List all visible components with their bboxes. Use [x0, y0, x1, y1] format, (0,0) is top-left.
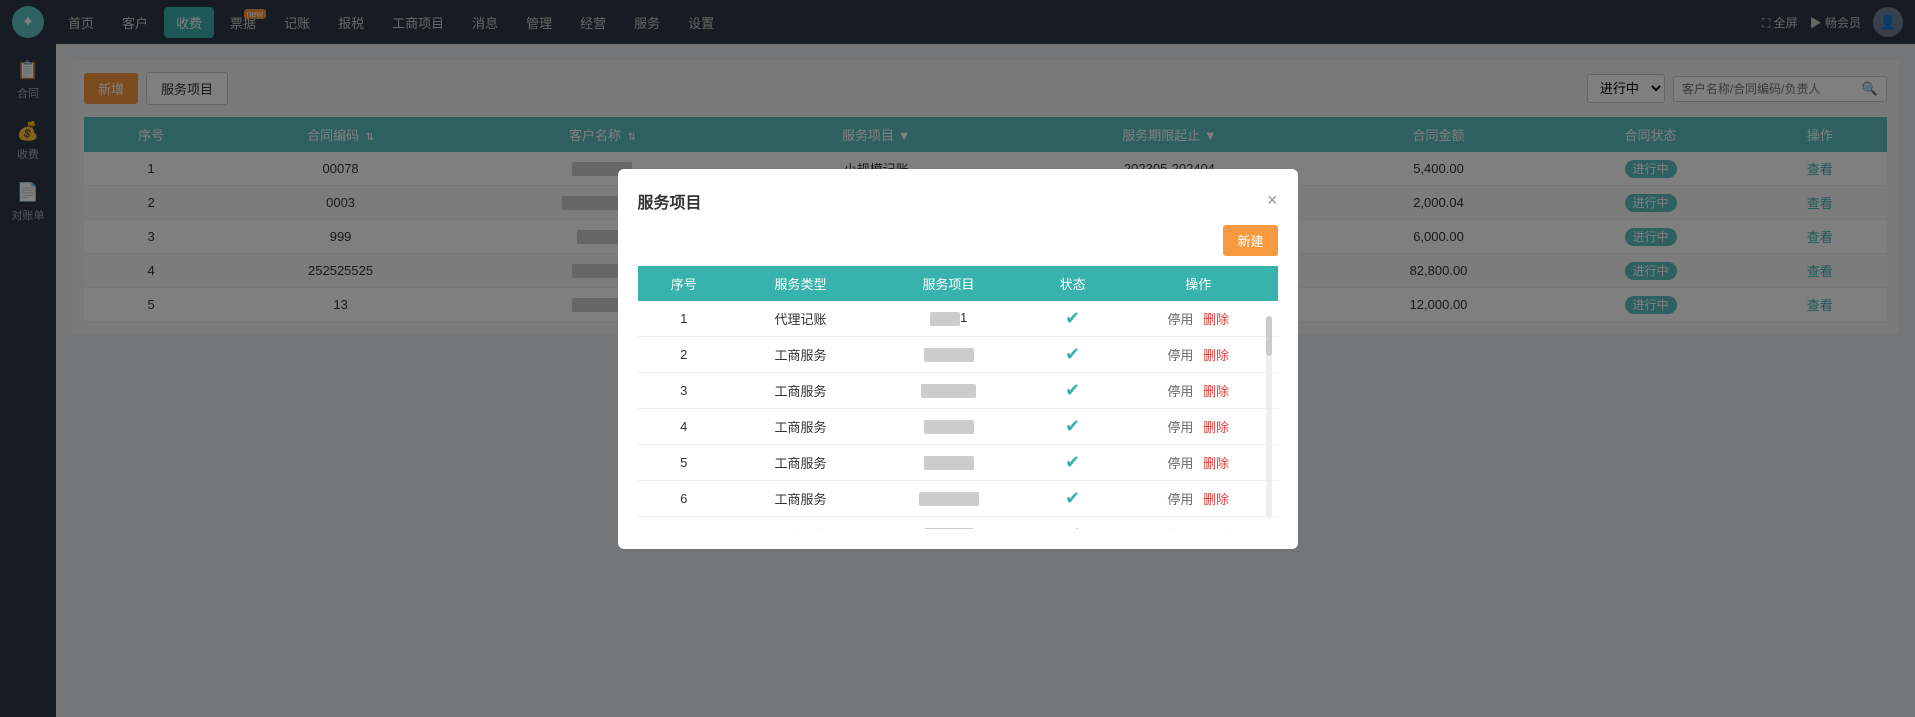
modal-cell-seq: 4	[638, 408, 731, 444]
modal-col-action: 操作	[1119, 266, 1278, 301]
status-check-icon: ✔	[1065, 344, 1080, 364]
stop-button[interactable]: 停用	[1167, 348, 1193, 363]
modal-cell-type: 工商服务	[730, 408, 871, 444]
modal-cell-action: 停用 删除	[1119, 336, 1278, 372]
modal-col-type: 服务类型	[730, 266, 871, 301]
delete-button[interactable]: 删除	[1203, 312, 1229, 327]
status-check-icon: ✔	[1065, 380, 1080, 400]
modal-cell-type: 工商服务	[730, 444, 871, 480]
status-check-icon: ✔	[1065, 452, 1080, 472]
modal-cell-seq: 5	[638, 444, 731, 480]
modal-cell-status: ✔	[1026, 336, 1119, 372]
modal-cell-action: 停用 删除	[1119, 480, 1278, 516]
status-check-icon: ✔	[1065, 488, 1080, 508]
modal-col-seq: 序号	[638, 266, 731, 301]
modal-cell-action: 停用 删除	[1119, 444, 1278, 480]
modal-cell-item	[871, 516, 1027, 529]
modal-new-button[interactable]: 新建	[1223, 225, 1277, 256]
delete-button[interactable]: 删除	[1203, 456, 1229, 471]
modal-cell-seq: 3	[638, 372, 731, 408]
modal-table-row: 5 工商服务 ✔ 停用 删除	[638, 444, 1278, 480]
modal-table-row: 7 工商服务 ✔ 停用 删除	[638, 516, 1278, 529]
modal-cell-type: 工商服务	[730, 372, 871, 408]
stop-button[interactable]: 停用	[1167, 456, 1193, 471]
modal-cell-action: 停用 删除	[1119, 372, 1278, 408]
stop-button[interactable]: 停用	[1167, 312, 1193, 327]
modal-cell-seq: 2	[638, 336, 731, 372]
modal-cell-status: ✔	[1026, 516, 1119, 529]
modal-cell-type: 代理记账	[730, 301, 871, 337]
modal-cell-seq: 1	[638, 301, 731, 337]
status-check-icon: ✔	[1065, 524, 1080, 529]
delete-button[interactable]: 删除	[1203, 492, 1229, 507]
modal-table-row: 3 工商服务 ✔ 停用 删除	[638, 372, 1278, 408]
stop-button[interactable]: 停用	[1167, 528, 1193, 529]
modal-cell-item	[871, 480, 1027, 516]
modal-table-row: 4 工商服务 ✔ 停用 删除	[638, 408, 1278, 444]
modal-cell-item	[871, 444, 1027, 480]
service-items-modal: 服务项目 × 新建 序号 服务类型 服务项目 状态 操作 1 代理记账	[618, 169, 1298, 549]
modal-col-status: 状态	[1026, 266, 1119, 301]
modal-table-row: 1 代理记账 1 ✔ 停用 删除	[638, 301, 1278, 337]
modal-cell-seq: 7	[638, 516, 731, 529]
modal-cell-item: 1	[871, 301, 1027, 337]
modal-cell-action: 停用 删除	[1119, 516, 1278, 529]
modal-cell-action: 停用 删除	[1119, 408, 1278, 444]
modal-cell-type: 工商服务	[730, 336, 871, 372]
modal-cell-status: ✔	[1026, 301, 1119, 337]
stop-button[interactable]: 停用	[1167, 492, 1193, 507]
modal-table-row: 2 工商服务 ✔ 停用 删除	[638, 336, 1278, 372]
modal-cell-status: ✔	[1026, 408, 1119, 444]
modal-overlay[interactable]: 服务项目 × 新建 序号 服务类型 服务项目 状态 操作 1 代理记账	[0, 0, 1915, 717]
delete-button[interactable]: 删除	[1203, 384, 1229, 399]
modal-cell-item	[871, 372, 1027, 408]
modal-table-wrapper: 序号 服务类型 服务项目 状态 操作 1 代理记账 1 ✔ 停用 删除 2 工商…	[638, 266, 1278, 529]
modal-title: 服务项目	[638, 189, 702, 213]
modal-cell-action: 停用 删除	[1119, 301, 1278, 337]
modal-toolbar: 新建	[638, 225, 1278, 256]
modal-cell-type: 工商服务	[730, 480, 871, 516]
stop-button[interactable]: 停用	[1167, 420, 1193, 435]
service-items-table: 序号 服务类型 服务项目 状态 操作 1 代理记账 1 ✔ 停用 删除 2 工商…	[638, 266, 1278, 529]
delete-button[interactable]: 删除	[1203, 420, 1229, 435]
delete-button[interactable]: 删除	[1203, 348, 1229, 363]
status-check-icon: ✔	[1065, 416, 1080, 436]
modal-cell-type: 工商服务	[730, 516, 871, 529]
status-check-icon: ✔	[1065, 308, 1080, 328]
stop-button[interactable]: 停用	[1167, 384, 1193, 399]
modal-cell-item	[871, 408, 1027, 444]
modal-header: 服务项目 ×	[638, 189, 1278, 213]
modal-cell-item	[871, 336, 1027, 372]
modal-close-button[interactable]: ×	[1267, 190, 1278, 211]
modal-table-row: 6 工商服务 ✔ 停用 删除	[638, 480, 1278, 516]
scrollbar-track	[1266, 316, 1272, 519]
modal-cell-status: ✔	[1026, 480, 1119, 516]
delete-button[interactable]: 删除	[1203, 528, 1229, 529]
scrollbar-thumb	[1266, 316, 1272, 356]
modal-cell-status: ✔	[1026, 444, 1119, 480]
modal-cell-status: ✔	[1026, 372, 1119, 408]
modal-cell-seq: 6	[638, 480, 731, 516]
modal-col-item: 服务项目	[871, 266, 1027, 301]
